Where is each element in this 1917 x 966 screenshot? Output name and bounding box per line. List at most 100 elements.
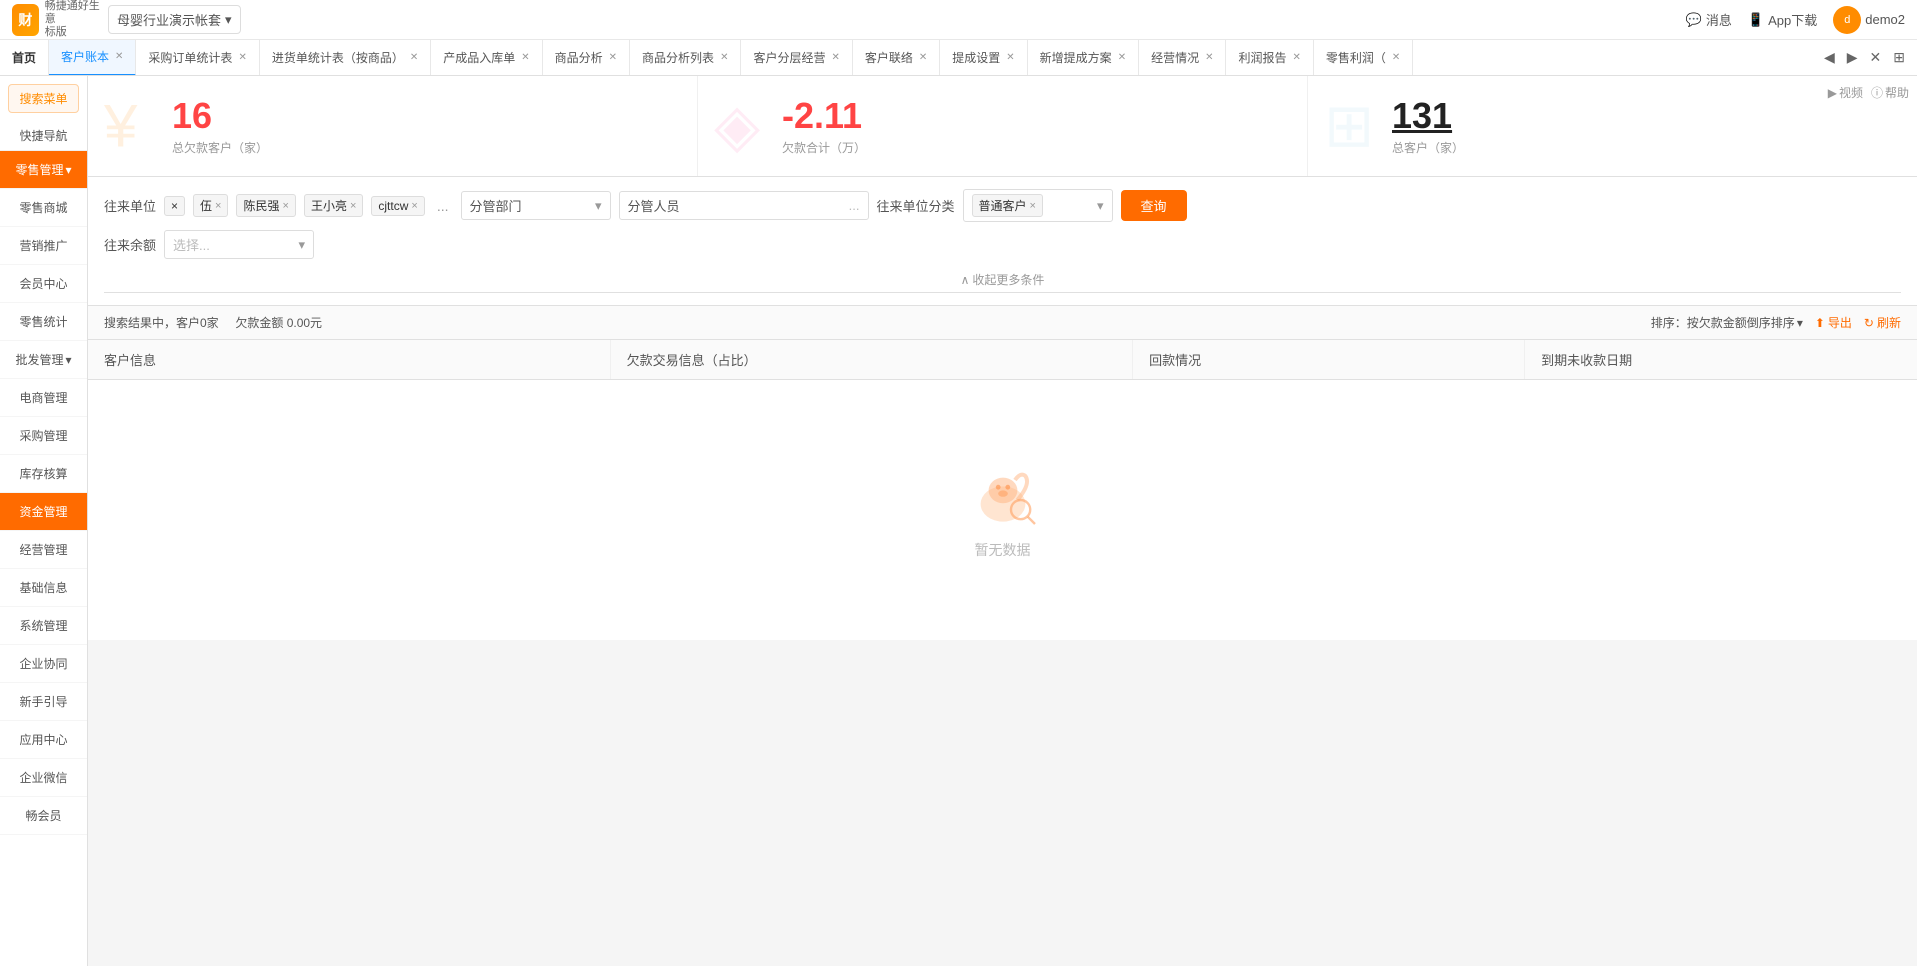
tab-close-product-inbound[interactable]: ✕ bbox=[521, 52, 529, 63]
sidebar-item-member[interactable]: 会员中心 bbox=[0, 265, 87, 303]
sidebar-item-retail[interactable]: 零售管理 ▾ bbox=[0, 151, 87, 189]
tab-customer-contact[interactable]: 客户联络 ✕ bbox=[853, 40, 940, 76]
sidebar-item-wholesale[interactable]: 批发管理 ▾ bbox=[0, 341, 87, 379]
help-button[interactable]: ⓘ 帮助 bbox=[1871, 84, 1909, 101]
mobile-icon: 📱 bbox=[1748, 12, 1764, 28]
export-icon: ⬆ bbox=[1815, 316, 1825, 330]
sort-label: 排序：按欠款金额倒序排序 bbox=[1651, 314, 1795, 331]
account-selector[interactable]: 母婴行业演示帐套 ▾ bbox=[108, 5, 241, 34]
tab-product-analysis-list[interactable]: 商品分析列表 ✕ bbox=[630, 40, 741, 76]
col-repayment: 回款情况 bbox=[1133, 340, 1525, 379]
logo-icon: 财 bbox=[12, 4, 39, 36]
balance-select[interactable]: 选择... ▾ bbox=[164, 230, 314, 259]
sidebar-item-ecommerce[interactable]: 电商管理 bbox=[0, 379, 87, 417]
video-button[interactable]: ▶ 视频 bbox=[1828, 84, 1863, 101]
sidebar-item-enterprise[interactable]: 企业协同 bbox=[0, 645, 87, 683]
message-icon: 💬 bbox=[1686, 12, 1702, 28]
sidebar-quick-nav[interactable]: 快捷导航 bbox=[0, 121, 87, 151]
sidebar-item-basic-info[interactable]: 基础信息 bbox=[0, 569, 87, 607]
col-credit-info: 欠款交易信息（占比） bbox=[611, 340, 1134, 379]
dept-select-arrow: ▾ bbox=[595, 198, 602, 214]
filter-tag-wangxiaoliang-close[interactable]: × bbox=[350, 200, 356, 212]
empty-state: 暂无数据 bbox=[88, 380, 1917, 640]
sidebar-item-vip-member[interactable]: 畅会员 bbox=[0, 797, 87, 835]
tab-raise-settings[interactable]: 提成设置 ✕ bbox=[940, 40, 1027, 76]
collapse-row: ∧ 收起更多条件 bbox=[104, 267, 1901, 293]
refresh-button[interactable]: ↻ 刷新 bbox=[1864, 314, 1901, 331]
collapse-button[interactable]: ∧ 收起更多条件 bbox=[961, 271, 1045, 288]
tab-close-purchase-orders[interactable]: ✕ bbox=[238, 52, 246, 63]
sidebar-item-finance[interactable]: 资金管理 bbox=[0, 493, 87, 531]
tab-new-raise-plan[interactable]: 新增提成方案 ✕ bbox=[1028, 40, 1139, 76]
tab-close-product-analysis[interactable]: ✕ bbox=[609, 52, 617, 63]
refresh-icon: ↻ bbox=[1864, 316, 1874, 330]
nav-tabs: 首页 客户账本 ✕ 采购订单统计表 ✕ 进货单统计表（按商品） ✕ 产成品入库单… bbox=[0, 40, 1917, 76]
tab-customers[interactable]: 客户账本 ✕ bbox=[49, 40, 136, 76]
stat-icon-diamond: ◈ bbox=[714, 91, 760, 161]
sidebar-item-purchase[interactable]: 采购管理 bbox=[0, 417, 87, 455]
empty-text: 暂无数据 bbox=[975, 540, 1031, 560]
app-download-button[interactable]: 📱 App下载 bbox=[1748, 10, 1817, 29]
tab-prev-button[interactable]: ◀ bbox=[1820, 47, 1839, 68]
sidebar-item-new-guide[interactable]: 新手引导 bbox=[0, 683, 87, 721]
tab-customer-segment[interactable]: 客户分层经营 ✕ bbox=[741, 40, 852, 76]
sidebar-item-retail-stats[interactable]: 零售统计 bbox=[0, 303, 87, 341]
tab-purchase-orders[interactable]: 采购订单统计表 ✕ bbox=[136, 40, 259, 76]
sidebar-item-inventory[interactable]: 库存核算 bbox=[0, 455, 87, 493]
person-select-extra: ... bbox=[849, 198, 860, 213]
unit-category-select[interactable]: 普通客户 × ▾ bbox=[963, 189, 1113, 222]
chevron-down-icon: ▾ bbox=[65, 163, 71, 177]
tab-close-inbound-stats[interactable]: ✕ bbox=[410, 52, 418, 63]
logo-area: 财 畅捷通好生意 标版 bbox=[12, 0, 100, 39]
stat-total-customers-value: 131 bbox=[1392, 96, 1452, 136]
search-menu-button[interactable]: 搜索菜单 bbox=[8, 84, 79, 113]
tab-home[interactable]: 首页 bbox=[0, 40, 49, 76]
avatar: d bbox=[1833, 6, 1861, 34]
stat-credit-amount: ◈ -2.11 欠款合计（万） bbox=[698, 76, 1308, 176]
query-button[interactable]: 查询 bbox=[1121, 190, 1187, 221]
tab-close-raise-settings[interactable]: ✕ bbox=[1006, 52, 1014, 63]
filter-tag-cjttcw-close[interactable]: × bbox=[411, 200, 417, 212]
tab-close-product-analysis-list[interactable]: ✕ bbox=[720, 52, 728, 63]
filter-tag-chenminqiang-close[interactable]: × bbox=[283, 200, 289, 212]
tab-close-customers[interactable]: ✕ bbox=[115, 51, 123, 62]
sort-select[interactable]: 排序：按欠款金额倒序排序 ▾ bbox=[1651, 314, 1803, 331]
tab-close-all-button[interactable]: ✕ bbox=[1866, 47, 1886, 68]
tab-close-operations[interactable]: ✕ bbox=[1205, 52, 1213, 63]
tab-next-button[interactable]: ▶ bbox=[1843, 47, 1862, 68]
filter-tag-unit-x: × bbox=[164, 196, 185, 216]
sidebar-item-marketing[interactable]: 营销推广 bbox=[0, 227, 87, 265]
sidebar-item-system[interactable]: 系统管理 bbox=[0, 607, 87, 645]
sidebar-item-app-center[interactable]: 应用中心 bbox=[0, 721, 87, 759]
tab-close-profit-report[interactable]: ✕ bbox=[1293, 52, 1301, 63]
table-header: 客户信息 欠款交易信息（占比） 回款情况 到期未收款日期 bbox=[88, 340, 1917, 380]
sidebar-item-operations-mgmt[interactable]: 经营管理 bbox=[0, 531, 87, 569]
tab-profit-report[interactable]: 利润报告 ✕ bbox=[1226, 40, 1313, 76]
tab-product-analysis[interactable]: 商品分析 ✕ bbox=[543, 40, 630, 76]
filter-tag-wu-close[interactable]: × bbox=[215, 200, 221, 212]
tab-close-customer-segment[interactable]: ✕ bbox=[831, 52, 839, 63]
tab-close-retail-profit[interactable]: ✕ bbox=[1392, 52, 1400, 63]
tab-close-new-raise-plan[interactable]: ✕ bbox=[1118, 52, 1126, 63]
sidebar-item-enterprise-wechat[interactable]: 企业微信 bbox=[0, 759, 87, 797]
top-bar: 财 畅捷通好生意 标版 母婴行业演示帐套 ▾ 💬 消息 📱 App下载 d de… bbox=[0, 0, 1917, 40]
person-select[interactable]: 分管人员 ... bbox=[619, 191, 869, 220]
stat-credit-amount-label: 欠款合计（万） bbox=[782, 139, 866, 156]
dept-select[interactable]: 分管部门 ▾ bbox=[461, 191, 611, 220]
tab-retail-profit[interactable]: 零售利润（ ✕ bbox=[1314, 40, 1413, 76]
stat-icon-building: ⊞ bbox=[1324, 91, 1374, 161]
stat-credit-customers: ¥ 16 总欠款客户（家） bbox=[88, 76, 698, 176]
content-area: ¥ 16 总欠款客户（家） ◈ -2.11 欠款合计（万） ⊞ 131 总客户（… bbox=[88, 76, 1917, 966]
tab-inbound-stats[interactable]: 进货单统计表（按商品） ✕ bbox=[260, 40, 431, 76]
sidebar-item-retail-mall[interactable]: 零售商城 bbox=[0, 189, 87, 227]
logo-text: 畅捷通好生意 标版 bbox=[45, 0, 100, 39]
message-button[interactable]: 💬 消息 bbox=[1686, 10, 1732, 29]
tab-operations[interactable]: 经营情况 ✕ bbox=[1139, 40, 1226, 76]
tab-close-customer-contact[interactable]: ✕ bbox=[919, 52, 927, 63]
user-profile[interactable]: d demo2 bbox=[1833, 6, 1905, 34]
tab-maximize-button[interactable]: ⊞ bbox=[1889, 47, 1909, 68]
tab-product-inbound[interactable]: 产成品入库单 ✕ bbox=[431, 40, 542, 76]
export-button[interactable]: ⬆ 导出 bbox=[1815, 314, 1852, 331]
filter-more-tags[interactable]: ... bbox=[433, 198, 453, 214]
filter-tag-normal-customer-close[interactable]: × bbox=[1030, 200, 1036, 212]
